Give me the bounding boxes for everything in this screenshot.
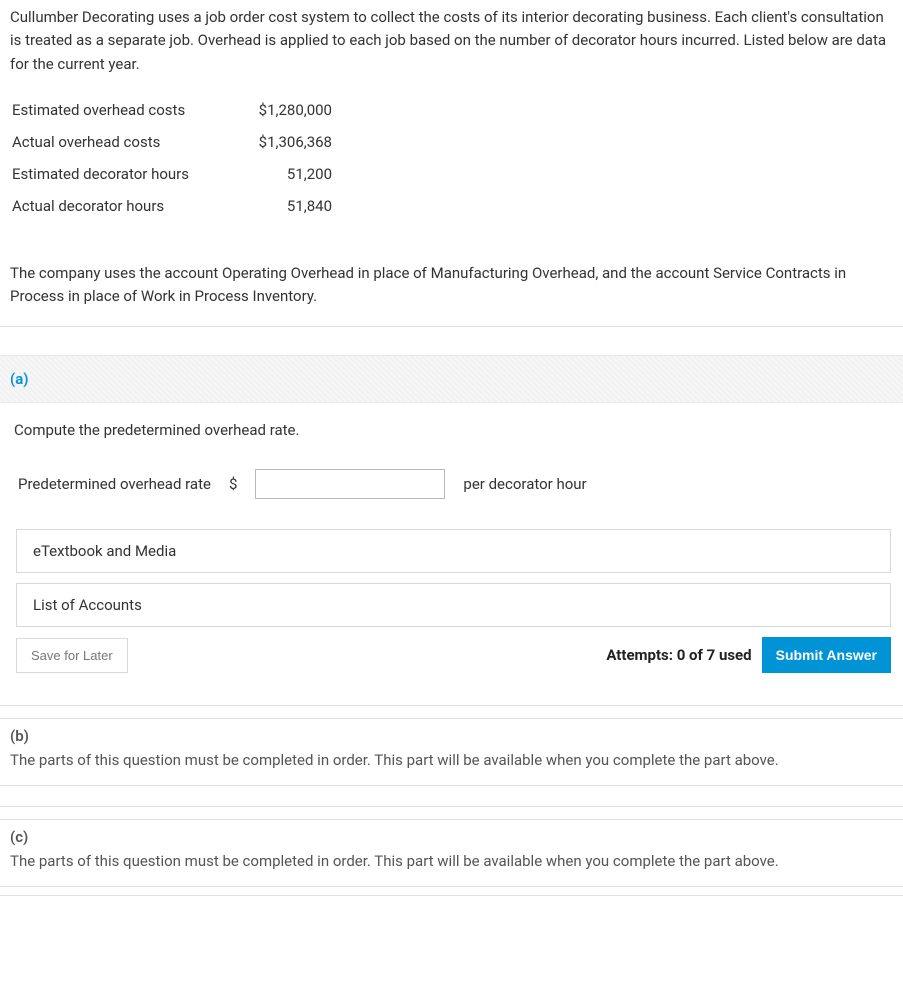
divider	[0, 895, 903, 896]
row-value: $1,280,000	[232, 94, 352, 126]
save-for-later-button[interactable]: Save for Later	[16, 638, 128, 673]
part-b-label: (b)	[10, 727, 893, 745]
row-value: 51,840	[232, 190, 352, 222]
part-c-locked-message: The parts of this question must be compl…	[10, 852, 893, 870]
problem-intro: Cullumber Decorating uses a job order co…	[10, 6, 893, 76]
part-c-section: (c) The parts of this question must be c…	[0, 820, 903, 886]
section-separator	[0, 806, 903, 820]
unit-suffix: per decorator hour	[463, 475, 586, 493]
part-c-label: (c)	[10, 828, 893, 846]
overhead-rate-input[interactable]	[255, 469, 445, 499]
etextbook-and-media-button[interactable]: eTextbook and Media	[16, 529, 891, 573]
table-row: Estimated decorator hours 51,200	[12, 158, 352, 190]
answer-label: Predetermined overhead rate	[18, 475, 211, 493]
actions-row: Save for Later Attempts: 0 of 7 used Sub…	[16, 637, 891, 673]
row-label: Estimated overhead costs	[12, 94, 232, 126]
submit-answer-button[interactable]: Submit Answer	[762, 637, 891, 673]
row-value: 51,200	[232, 158, 352, 190]
part-a-body: Compute the predetermined overhead rate.…	[0, 403, 903, 685]
table-row: Estimated overhead costs $1,280,000	[12, 94, 352, 126]
table-row: Actual decorator hours 51,840	[12, 190, 352, 222]
row-value: $1,306,368	[232, 126, 352, 158]
divider	[0, 785, 903, 786]
list-of-accounts-button[interactable]: List of Accounts	[16, 583, 891, 627]
part-a-label: (a)	[10, 370, 29, 388]
attempts-text: Attempts: 0 of 7 used	[606, 646, 751, 664]
accounting-note: The company uses the account Operating O…	[10, 262, 893, 309]
currency-symbol: $	[229, 475, 237, 493]
row-label: Estimated decorator hours	[12, 158, 232, 190]
row-label: Actual overhead costs	[12, 126, 232, 158]
part-b-locked-message: The parts of this question must be compl…	[10, 751, 893, 769]
part-a-header[interactable]: (a)	[0, 355, 903, 403]
part-b-section: (b) The parts of this question must be c…	[0, 719, 903, 785]
part-a-prompt: Compute the predetermined overhead rate.	[14, 421, 893, 439]
data-table: Estimated overhead costs $1,280,000 Actu…	[12, 94, 352, 222]
answer-row: Predetermined overhead rate $ per decora…	[18, 469, 893, 499]
row-label: Actual decorator hours	[12, 190, 232, 222]
table-row: Actual overhead costs $1,306,368	[12, 126, 352, 158]
section-separator	[0, 705, 903, 719]
